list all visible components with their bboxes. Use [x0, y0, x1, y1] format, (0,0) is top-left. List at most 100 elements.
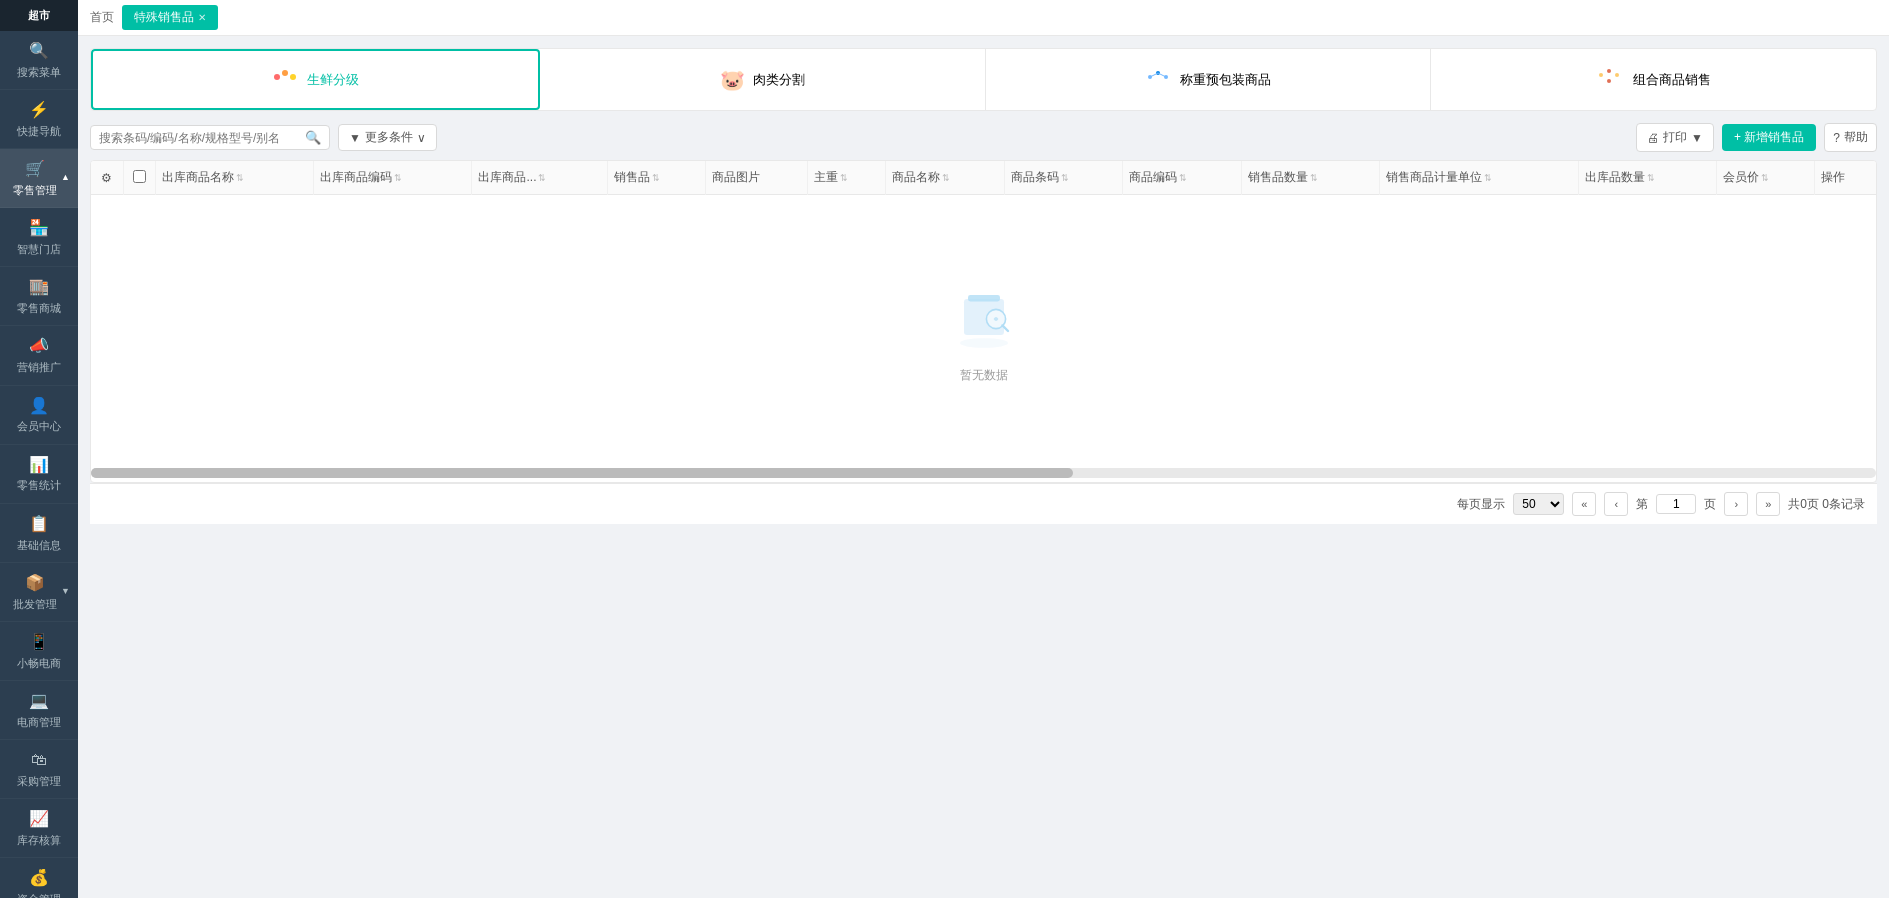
column-out-product-name[interactable]: 出库商品名称 ⇅: [155, 161, 313, 195]
sort-icon: ⇅: [1179, 173, 1187, 183]
active-tab-label: 特殊销售品: [134, 9, 194, 26]
retail-mall-icon: 🏬: [29, 277, 49, 298]
fresh-grade-label: 生鲜分级: [307, 71, 359, 89]
chevron-down-icon: ∨: [417, 131, 426, 145]
sidebar-item-search-menu[interactable]: 🔍 搜索菜单: [0, 31, 78, 90]
first-page-button[interactable]: «: [1572, 492, 1596, 516]
sidebar-item-wholesale[interactable]: 📦 批发管理 ▼: [0, 563, 78, 622]
meat-split-label: 肉类分割: [753, 71, 805, 89]
help-button[interactable]: ? 帮助: [1824, 123, 1877, 152]
sidebar-item-smart-store[interactable]: 🏪 智慧门店: [0, 208, 78, 267]
filter-button[interactable]: ▼ 更多条件 ∨: [338, 124, 437, 151]
sidebar-item-inventory[interactable]: 📈 库存核算: [0, 799, 78, 858]
sidebar-item-marketing[interactable]: 📣 营销推广: [0, 326, 78, 385]
sidebar-item-label: 电商管理: [17, 715, 61, 729]
column-sales-product[interactable]: 销售品 ⇅: [607, 161, 705, 195]
combo-sales-icon: [1597, 67, 1625, 92]
table-header-row: ⚙ 出库商品名称 ⇅ 出库商: [91, 161, 1876, 195]
column-out-product-detail[interactable]: 出库商品... ⇅: [472, 161, 607, 195]
column-sales-qty[interactable]: 销售品数量 ⇅: [1241, 161, 1379, 195]
sidebar-item-member-center[interactable]: 👤 会员中心: [0, 386, 78, 445]
column-main-weight[interactable]: 主重 ⇅: [807, 161, 885, 195]
sidebar-item-basic-info[interactable]: 📋 基础信息: [0, 504, 78, 563]
sidebar-item-label: 零售管理: [13, 183, 57, 197]
sidebar-item-mini-mall[interactable]: 📱 小畅电商: [0, 622, 78, 681]
home-link[interactable]: 首页: [90, 9, 114, 26]
close-tab-icon[interactable]: ✕: [198, 12, 206, 23]
sidebar-item-label: 会员中心: [17, 419, 61, 433]
column-operation: 操作: [1815, 161, 1876, 195]
sidebar-item-retail-manage[interactable]: 🛒 零售管理 ▲: [0, 149, 78, 208]
toolbar-left: 🔍 ▼ 更多条件 ∨: [90, 124, 437, 151]
svg-point-2: [290, 74, 296, 80]
sidebar-item-label: 零售商城: [17, 301, 61, 315]
data-table: ⚙ 出库商品名称 ⇅ 出库商: [91, 161, 1876, 195]
retail-manage-icon: 🛒: [25, 159, 45, 180]
column-product-name[interactable]: 商品名称 ⇅: [886, 161, 1004, 195]
retail-stats-icon: 📊: [29, 455, 49, 476]
filter-label: 更多条件: [365, 129, 413, 146]
search-menu-icon: 🔍: [29, 41, 49, 62]
sidebar-item-quick-nav[interactable]: ⚡ 快捷导航: [0, 90, 78, 149]
meat-split-icon: 🐷: [720, 68, 745, 92]
category-tab-fresh-grade[interactable]: 生鲜分级: [91, 49, 540, 110]
new-label: + 新增销售品: [1734, 129, 1804, 146]
sidebar: 超市 🔍 搜索菜单 ⚡ 快捷导航 🛒 零售管理 ▲ 🏪 智慧门店 🏬 零售商城 …: [0, 0, 78, 898]
sidebar-item-finance[interactable]: 💰 资金管理: [0, 858, 78, 898]
sort-icon: ⇅: [236, 173, 244, 183]
filter-icon: ▼: [349, 131, 361, 145]
select-all-checkbox[interactable]: [133, 170, 146, 183]
sort-icon: ⇅: [394, 173, 402, 183]
weighed-prepack-icon: [1144, 67, 1172, 92]
search-box[interactable]: 🔍: [90, 125, 330, 150]
total-label: 共0页 0条记录: [1788, 496, 1865, 513]
svg-point-10: [1615, 73, 1619, 77]
svg-point-8: [1599, 73, 1603, 77]
new-button[interactable]: + 新增销售品: [1722, 124, 1816, 151]
active-tab[interactable]: 特殊销售品 ✕: [122, 5, 218, 30]
svg-rect-14: [968, 295, 1000, 301]
prev-page-button[interactable]: ‹: [1604, 492, 1628, 516]
sidebar-item-label: 智慧门店: [17, 242, 61, 256]
inventory-icon: 📈: [29, 809, 49, 830]
member-center-icon: 👤: [29, 396, 49, 417]
column-product-barcode[interactable]: 商品条码 ⇅: [1004, 161, 1122, 195]
smart-store-icon: 🏪: [29, 218, 49, 239]
category-tab-meat-split[interactable]: 🐷 肉类分割: [540, 49, 986, 110]
per-page-select[interactable]: 50 10 20 100: [1513, 493, 1564, 515]
column-sales-unit[interactable]: 销售商品计量单位 ⇅: [1380, 161, 1579, 195]
sidebar-item-label: 快捷导航: [17, 124, 61, 138]
sidebar-item-retail-mall[interactable]: 🏬 零售商城: [0, 267, 78, 326]
wholesale-icon: 📦: [25, 573, 45, 594]
search-input[interactable]: [99, 131, 305, 145]
sort-icon: ⇅: [652, 173, 660, 183]
column-member-price[interactable]: 会员价 ⇅: [1717, 161, 1815, 195]
column-settings[interactable]: ⚙: [91, 161, 123, 195]
search-icon: 🔍: [305, 130, 321, 145]
column-out-qty[interactable]: 出库品数量 ⇅: [1578, 161, 1716, 195]
toolbar-right: 🖨 打印 ▼ + 新增销售品 ? 帮助: [1636, 123, 1877, 152]
chevron-right-icon: ▼: [61, 586, 70, 598]
last-page-button[interactable]: »: [1756, 492, 1780, 516]
column-product-image: 商品图片: [706, 161, 808, 195]
sidebar-item-ecommerce[interactable]: 💻 电商管理: [0, 681, 78, 740]
column-checkbox[interactable]: [123, 161, 155, 195]
horizontal-scrollbar[interactable]: [91, 468, 1876, 478]
chevron-down-icon: ▼: [1691, 131, 1703, 145]
category-tab-weighed-prepack[interactable]: 称重预包装商品: [986, 49, 1432, 110]
column-out-product-code[interactable]: 出库商品编码 ⇅: [313, 161, 471, 195]
sidebar-item-retail-stats[interactable]: 📊 零售统计: [0, 445, 78, 504]
sidebar-item-label: 采购管理: [17, 774, 61, 788]
combo-sales-label: 组合商品销售: [1633, 71, 1711, 89]
sidebar-item-label: 搜索菜单: [17, 65, 61, 79]
sort-icon: ⇅: [1310, 173, 1318, 183]
column-product-code[interactable]: 商品编码 ⇅: [1123, 161, 1241, 195]
page-number-input[interactable]: [1656, 494, 1696, 514]
category-tab-combo-sales[interactable]: 组合商品销售: [1431, 49, 1876, 110]
page-label: 页: [1704, 496, 1716, 513]
sidebar-item-purchase[interactable]: 🛍 采购管理: [0, 740, 78, 799]
next-page-button[interactable]: ›: [1724, 492, 1748, 516]
print-button[interactable]: 🖨 打印 ▼: [1636, 123, 1714, 152]
scrollbar-thumb[interactable]: [91, 468, 1073, 478]
svg-point-9: [1607, 69, 1611, 73]
